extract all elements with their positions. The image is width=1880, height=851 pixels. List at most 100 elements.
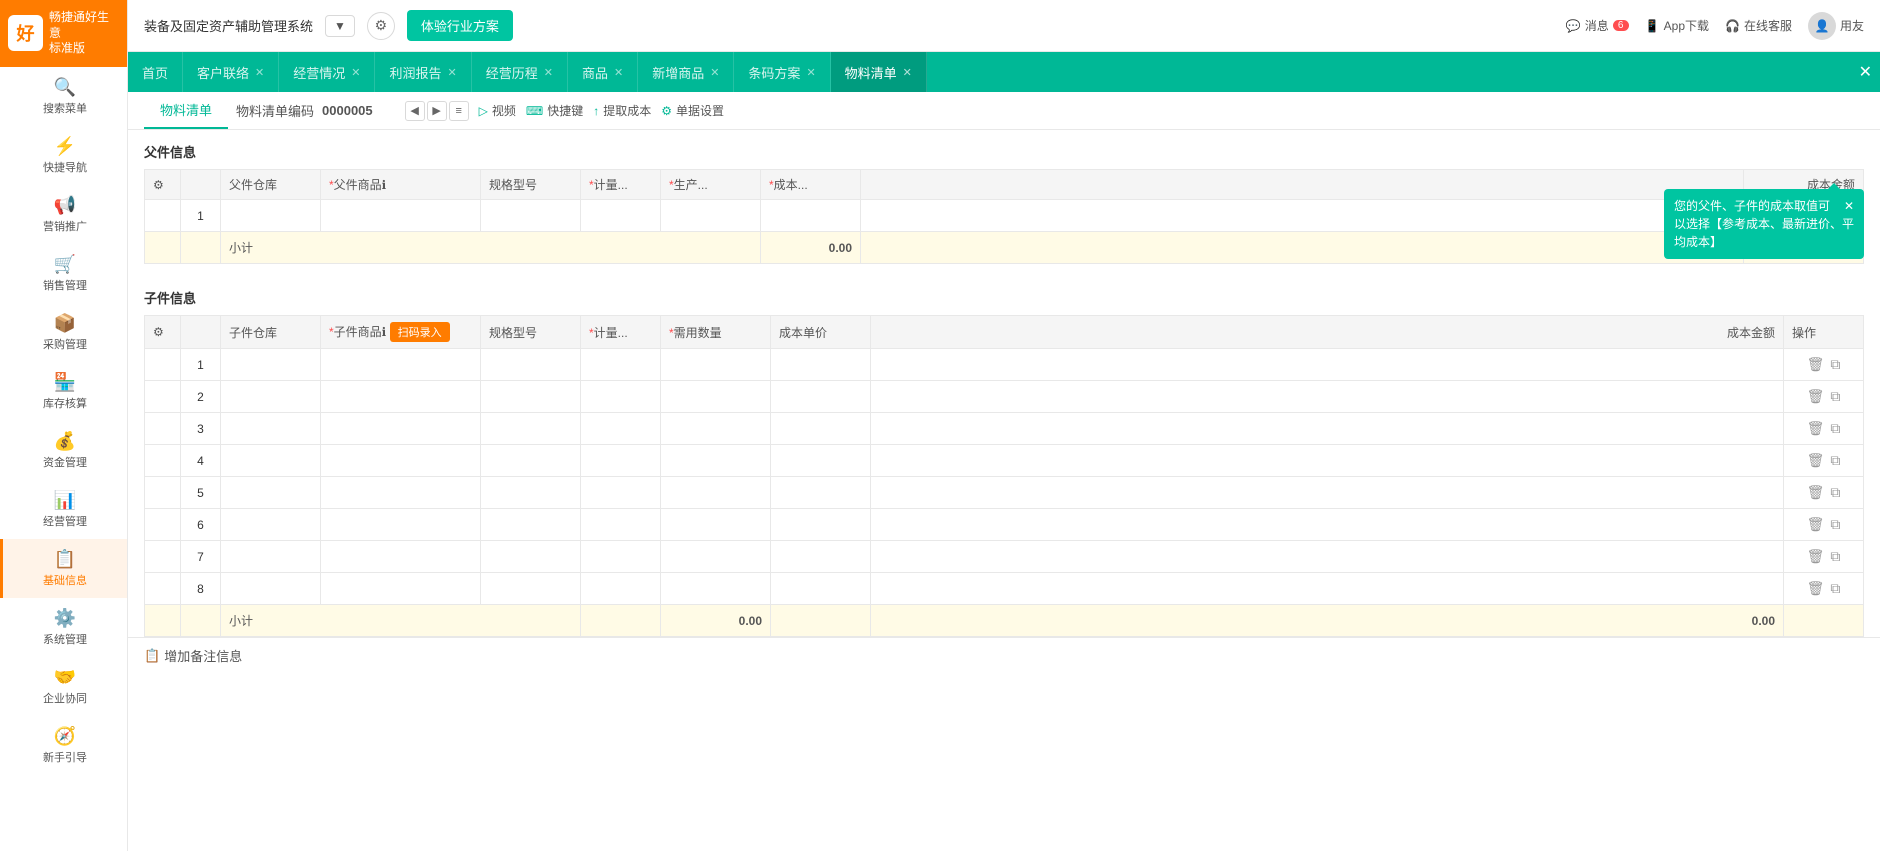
parent-row1-unit[interactable] — [581, 200, 661, 232]
child-row3-warehouse[interactable] — [221, 413, 321, 445]
child-row2-qty[interactable] — [661, 381, 771, 413]
sidebar-item-basic-info[interactable]: 📋 基础信息 — [0, 539, 127, 598]
nav-next[interactable]: ▶ — [427, 101, 447, 121]
tab-close-products[interactable]: ✕ — [614, 66, 623, 79]
child-row3-product[interactable] — [321, 413, 481, 445]
settings-button[interactable]: ⚙ — [367, 12, 395, 40]
delete-icon-row7[interactable]: 🗑 — [1807, 548, 1825, 565]
sidebar-item-system[interactable]: ⚙️ 系统管理 — [0, 598, 127, 657]
child-row5-spec[interactable] — [481, 477, 581, 509]
child-row2-warehouse[interactable] — [221, 381, 321, 413]
child-row7-qty[interactable] — [661, 541, 771, 573]
child-row4-unit[interactable] — [581, 445, 661, 477]
child-row6-unit-price[interactable] — [771, 509, 871, 541]
copy-icon-row2[interactable]: ⧉ — [1830, 388, 1840, 405]
copy-icon-row1[interactable]: ⧉ — [1830, 356, 1840, 373]
delete-icon-row2[interactable]: 🗑 — [1807, 388, 1825, 405]
app-download-action[interactable]: 📱 App下载 — [1645, 17, 1709, 34]
sidebar-item-finance[interactable]: 💰 资金管理 — [0, 421, 127, 480]
child-row4-warehouse[interactable] — [221, 445, 321, 477]
child-row8-warehouse[interactable] — [221, 573, 321, 605]
sidebar-item-enterprise[interactable]: 🤝 企业协同 — [0, 657, 127, 716]
video-btn[interactable]: ▷ 视频 — [479, 102, 516, 119]
messages-action[interactable]: 💬 消息 6 — [1566, 17, 1629, 34]
child-row1-unit-price[interactable] — [771, 349, 871, 381]
child-row2-unit[interactable] — [581, 381, 661, 413]
child-row8-spec[interactable] — [481, 573, 581, 605]
child-row6-product[interactable] — [321, 509, 481, 541]
tab-close-barcode[interactable]: ✕ — [806, 66, 815, 79]
parent-row1-warehouse[interactable] — [221, 200, 321, 232]
close-all-icon[interactable]: ✕ — [1859, 62, 1872, 82]
parent-row1-cost[interactable] — [761, 200, 861, 232]
child-row2-product[interactable] — [321, 381, 481, 413]
child-row8-unit-price[interactable] — [771, 573, 871, 605]
tab-close-bom[interactable]: ✕ — [903, 66, 912, 79]
child-row1-qty[interactable] — [661, 349, 771, 381]
sidebar-item-sales[interactable]: 🛒 销售管理 — [0, 244, 127, 303]
child-row5-product[interactable] — [321, 477, 481, 509]
child-row6-unit[interactable] — [581, 509, 661, 541]
child-row6-qty[interactable] — [661, 509, 771, 541]
child-row7-unit[interactable] — [581, 541, 661, 573]
tab-new-products[interactable]: 新增商品 ✕ — [638, 52, 734, 92]
system-dropdown[interactable]: ▼ — [325, 15, 355, 37]
child-row4-qty[interactable] — [661, 445, 771, 477]
delete-icon-row3[interactable]: 🗑 — [1807, 420, 1825, 437]
tab-home[interactable]: 首页 — [128, 52, 183, 92]
delete-icon-row1[interactable]: 🗑 — [1807, 356, 1825, 373]
copy-icon-row7[interactable]: ⧉ — [1830, 548, 1840, 565]
trial-button[interactable]: 体验行业方案 — [407, 10, 513, 41]
tab-bom[interactable]: 物料清单 ✕ — [831, 52, 927, 92]
delete-icon-row5[interactable]: 🗑 — [1807, 484, 1825, 501]
tab-customers[interactable]: 客户联络 ✕ — [183, 52, 279, 92]
parent-row1-production[interactable] — [661, 200, 761, 232]
sidebar-item-search[interactable]: 🔍 搜索菜单 — [0, 67, 127, 126]
child-row5-qty[interactable] — [661, 477, 771, 509]
parent-row1-spec[interactable] — [481, 200, 581, 232]
sidebar-item-inventory[interactable]: 🏪 库存核算 — [0, 362, 127, 421]
child-row4-unit-price[interactable] — [771, 445, 871, 477]
child-row6-spec[interactable] — [481, 509, 581, 541]
child-row1-warehouse[interactable] — [221, 349, 321, 381]
child-row7-unit-price[interactable] — [771, 541, 871, 573]
child-row3-qty[interactable] — [661, 413, 771, 445]
extract-cost-btn[interactable]: ↑ 提取成本 — [593, 102, 651, 119]
tab-operations[interactable]: 经营情况 ✕ — [279, 52, 375, 92]
copy-icon-row5[interactable]: ⧉ — [1830, 484, 1840, 501]
copy-icon-row6[interactable]: ⧉ — [1830, 516, 1840, 533]
tab-products[interactable]: 商品 ✕ — [568, 52, 638, 92]
child-row2-spec[interactable] — [481, 381, 581, 413]
tooltip-close-btn[interactable]: ✕ — [1844, 197, 1854, 215]
delete-icon-row6[interactable]: 🗑 — [1807, 516, 1825, 533]
scan-button[interactable]: 扫码录入 — [390, 322, 450, 342]
sidebar-item-operations[interactable]: 📊 经营管理 — [0, 480, 127, 539]
nav-list[interactable]: ≡ — [449, 101, 469, 121]
tab-close-operations[interactable]: ✕ — [351, 66, 360, 79]
sub-tab-bom-list[interactable]: 物料清单 — [144, 92, 228, 129]
single-settings-btn[interactable]: ⚙ 单据设置 — [661, 102, 724, 119]
online-service-action[interactable]: 🎧 在线客服 — [1725, 17, 1792, 34]
add-note-btn[interactable]: 📋 增加备注信息 — [144, 646, 242, 665]
child-row3-unit[interactable] — [581, 413, 661, 445]
tab-close-customers[interactable]: ✕ — [255, 66, 264, 79]
tab-barcode[interactable]: 条码方案 ✕ — [734, 52, 830, 92]
copy-icon-row8[interactable]: ⧉ — [1830, 580, 1840, 597]
nav-prev[interactable]: ◀ — [405, 101, 425, 121]
tab-profit[interactable]: 利润报告 ✕ — [375, 52, 471, 92]
tab-close-new-products[interactable]: ✕ — [710, 66, 719, 79]
child-row1-product[interactable] — [321, 349, 481, 381]
child-row5-unit[interactable] — [581, 477, 661, 509]
copy-icon-row3[interactable]: ⧉ — [1830, 420, 1840, 437]
child-row3-unit-price[interactable] — [771, 413, 871, 445]
child-row2-unit-price[interactable] — [771, 381, 871, 413]
tab-close-profit[interactable]: ✕ — [448, 66, 457, 79]
child-row4-spec[interactable] — [481, 445, 581, 477]
child-row1-spec[interactable] — [481, 349, 581, 381]
sidebar-item-quick-nav[interactable]: ⚡ 快捷导航 — [0, 126, 127, 185]
child-row7-warehouse[interactable] — [221, 541, 321, 573]
parent-row1-product[interactable] — [321, 200, 481, 232]
child-row4-product[interactable] — [321, 445, 481, 477]
tab-history[interactable]: 经营历程 ✕ — [472, 52, 568, 92]
child-row1-unit[interactable] — [581, 349, 661, 381]
